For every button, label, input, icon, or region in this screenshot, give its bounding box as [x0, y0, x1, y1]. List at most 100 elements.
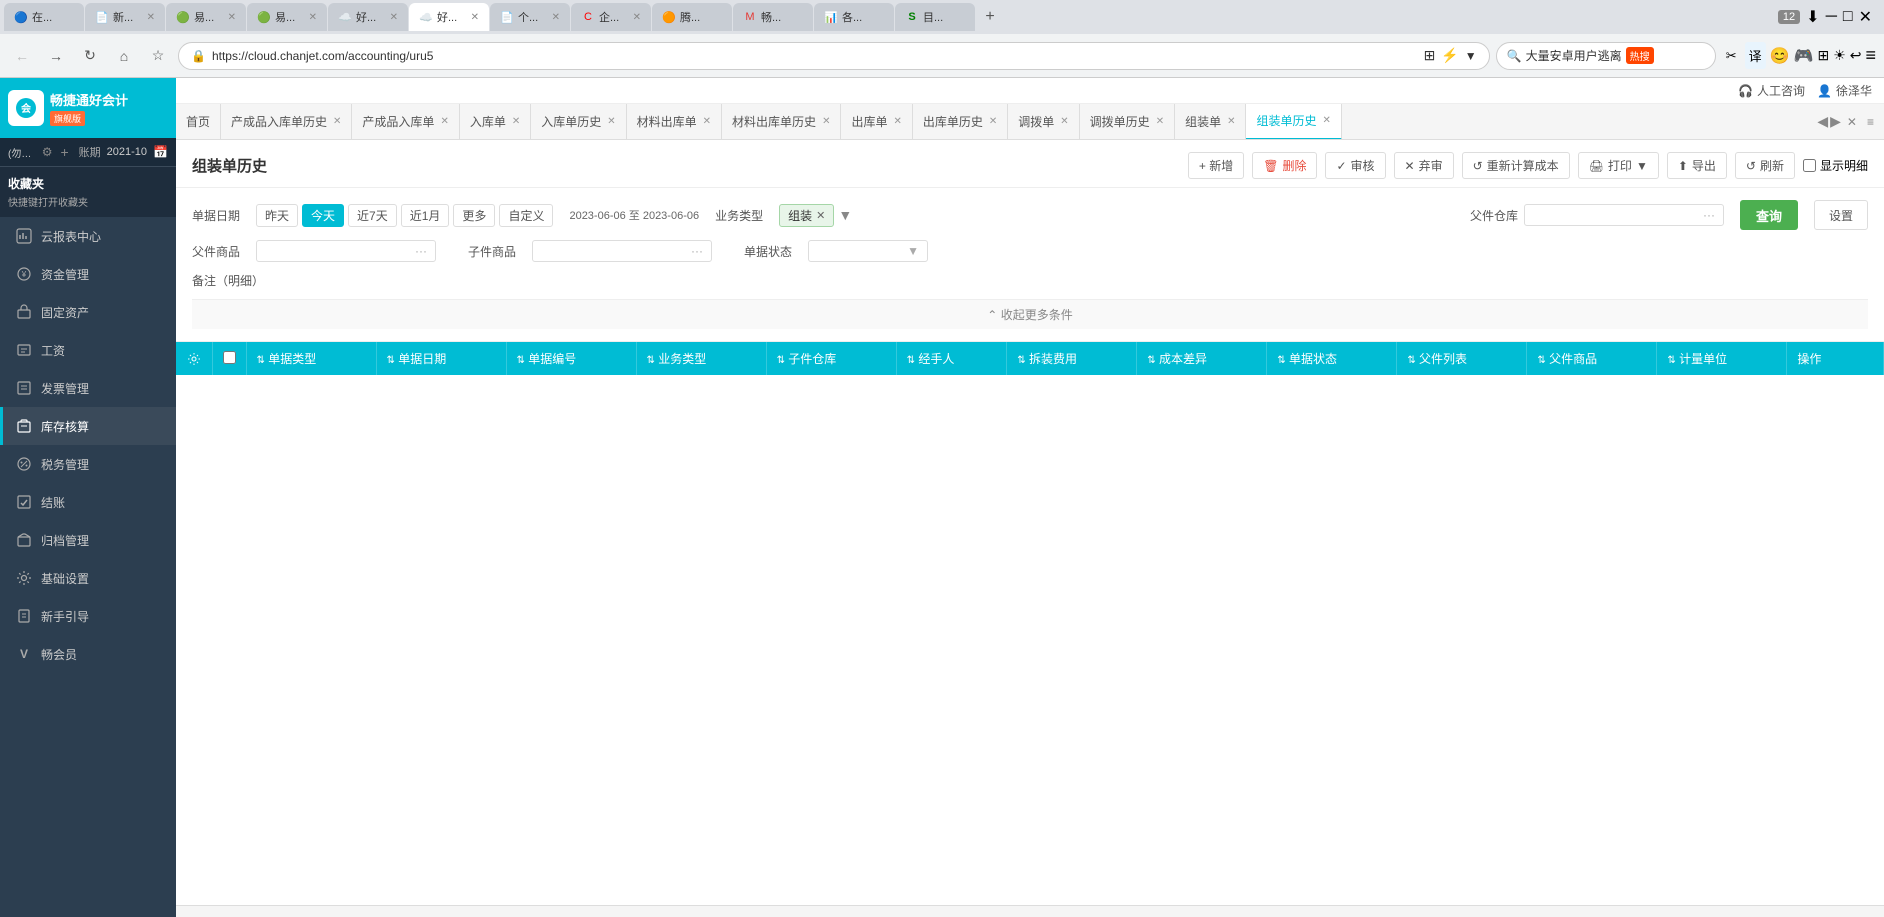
tab-disassemble[interactable]: 调拨单 ✕ [1008, 104, 1079, 140]
th-parent-list[interactable]: ⇅ 父件列表 [1397, 342, 1527, 375]
user-area[interactable]: 👤 徐泽华 [1817, 82, 1872, 99]
parent-warehouse-input[interactable]: ··· [1524, 204, 1724, 226]
customer-service-btn[interactable]: 🎧 人工咨询 [1738, 82, 1805, 99]
date-today-btn[interactable]: 今天 [302, 204, 344, 227]
recalculate-button[interactable]: ↺ 重新计算成本 [1462, 152, 1570, 179]
delete-button[interactable]: 🗑 删除 [1252, 152, 1317, 179]
cut-icon[interactable]: ✂ [1722, 44, 1741, 68]
status-dropdown[interactable]: ▼ [808, 240, 928, 262]
approve-button[interactable]: ✓ 审核 [1325, 152, 1385, 179]
nav-item-payroll[interactable]: 工资 [0, 331, 176, 369]
translate-icon[interactable]: 译 [1745, 42, 1766, 69]
th-date[interactable]: ⇅ 单据日期 [376, 342, 506, 375]
nav-item-fund[interactable]: ¥ 资金管理 [0, 255, 176, 293]
tab-material-out[interactable]: 材料出库单 ✕ [627, 104, 722, 140]
date-7days-btn[interactable]: 近7天 [348, 204, 397, 227]
nav-item-invoice[interactable]: 发票管理 [0, 369, 176, 407]
tab-close-active[interactable]: ✕ [471, 12, 479, 23]
game-icon[interactable]: 🎮 [1794, 46, 1814, 66]
biz-type-dropdown[interactable]: ▼ [838, 207, 852, 223]
abandon-button[interactable]: ✕ 弃审 [1394, 152, 1454, 179]
browser-tab-9[interactable]: M 畅... [733, 3, 813, 31]
company-add-icon[interactable]: + [60, 144, 68, 160]
tab-close-5[interactable]: ✕ [390, 12, 398, 23]
tab-close-2[interactable]: ✕ [147, 12, 155, 23]
address-dropdown-icon[interactable]: ▼ [1465, 49, 1477, 63]
browser-tab-10[interactable]: 📊 各... [814, 3, 894, 31]
tab-close-material-out[interactable]: ✕ [703, 116, 711, 127]
child-goods-more-icon[interactable]: ··· [691, 244, 703, 258]
tab-close-prod-inbound-history[interactable]: ✕ [333, 116, 341, 127]
show-detail-checkbox-area[interactable]: 显示明细 [1803, 157, 1868, 174]
search-area[interactable]: 🔍 大量安卓用户逃离 热搜 [1496, 42, 1716, 70]
query-button[interactable]: 查询 [1740, 200, 1798, 230]
add-button[interactable]: + 新增 [1188, 152, 1244, 179]
print-button[interactable]: 🖨 打印 ▼ [1578, 152, 1659, 179]
browser-tab-8[interactable]: 🟠 腾... [652, 3, 732, 31]
tab-prev-button[interactable]: ◀ [1817, 113, 1828, 130]
home-button[interactable]: ⌂ [110, 42, 138, 70]
nav-item-inventory[interactable]: 库存核算 [0, 407, 176, 445]
collapse-bar[interactable]: ⌃ 收起更多条件 [192, 299, 1868, 329]
settings-button[interactable]: 设置 [1814, 200, 1868, 230]
tab-close-outbound[interactable]: ✕ [893, 116, 901, 127]
th-disassemble-fee[interactable]: ⇅ 拆装费用 [1007, 342, 1137, 375]
favorites-section[interactable]: 收藏夹 快捷键打开收藏夹 [0, 167, 176, 217]
tab-close-assembly-history[interactable]: ✕ [1323, 115, 1331, 126]
forward-button[interactable]: → [42, 42, 70, 70]
nav-item-settlement[interactable]: 结账 [0, 483, 176, 521]
tab-disassemble-history[interactable]: 调拨单历史 ✕ [1080, 104, 1175, 140]
show-detail-checkbox[interactable] [1803, 159, 1816, 172]
tab-close-disassemble[interactable]: ✕ [1060, 116, 1068, 127]
date-more-btn[interactable]: 更多 [453, 204, 495, 227]
grid-icon[interactable]: ⊞ [1424, 47, 1436, 64]
parent-goods-more-icon[interactable]: ··· [415, 244, 427, 258]
child-goods-input[interactable]: ··· [532, 240, 712, 262]
th-status[interactable]: ⇅ 单据状态 [1267, 342, 1397, 375]
tab-close-inbound-history[interactable]: ✕ [607, 116, 615, 127]
browser-tab-11[interactable]: S 目... [895, 3, 975, 31]
date-custom-btn[interactable]: 自定义 [499, 204, 553, 227]
date-yesterday-btn[interactable]: 昨天 [256, 204, 298, 227]
nav-item-tax[interactable]: 税务管理 [0, 445, 176, 483]
th-cost-diff[interactable]: ⇅ 成本差异 [1137, 342, 1267, 375]
tab-close-prod-inbound[interactable]: ✕ [440, 116, 448, 127]
nav-item-archive[interactable]: 归档管理 [0, 521, 176, 559]
tab-close-outbound-history[interactable]: ✕ [989, 116, 997, 127]
th-settings[interactable] [176, 342, 212, 375]
browser-tab-4[interactable]: 🟢 易... ✕ [247, 3, 327, 31]
biz-type-tag-close[interactable]: ✕ [816, 209, 825, 222]
tab-close-disassemble-history[interactable]: ✕ [1156, 116, 1164, 127]
th-type[interactable]: ⇅ 单据类型 [246, 342, 376, 375]
tab-prod-inbound-history[interactable]: 产成品入库单历史 ✕ [221, 104, 352, 140]
menu-icon[interactable]: ≡ [1865, 45, 1876, 66]
th-number[interactable]: ⇅ 单据编号 [506, 342, 636, 375]
tab-outbound[interactable]: 出库单 ✕ [841, 104, 912, 140]
refresh-button[interactable]: ↺ 刷新 [1735, 152, 1795, 179]
tab-close-4[interactable]: ✕ [309, 12, 317, 23]
tab-home[interactable]: 首页 [176, 104, 221, 140]
th-parent-goods[interactable]: ⇅ 父件商品 [1527, 342, 1657, 375]
lightning-icon[interactable]: ⚡ [1441, 47, 1458, 64]
tab-assembly-history[interactable]: 组装单历史 ✕ [1246, 104, 1341, 140]
parent-warehouse-more-icon[interactable]: ··· [1703, 208, 1715, 222]
tab-assembly[interactable]: 组装单 ✕ [1175, 104, 1246, 140]
tab-next-button[interactable]: ▶ [1830, 113, 1841, 130]
tab-inbound[interactable]: 入库单 ✕ [460, 104, 531, 140]
browser-tab-3[interactable]: 🟢 易... ✕ [166, 3, 246, 31]
select-all-checkbox[interactable] [223, 351, 236, 364]
tab-material-out-history[interactable]: 材料出库单历史 ✕ [722, 104, 841, 140]
new-tab-button[interactable]: + [976, 3, 1004, 31]
tab-close-6[interactable]: ✕ [552, 12, 560, 23]
emoji-icon[interactable]: 😊 [1770, 46, 1790, 66]
tab-prod-inbound[interactable]: 产成品入库单 ✕ [352, 104, 459, 140]
parent-goods-input[interactable]: ··· [256, 240, 436, 262]
minimize-button[interactable]: ─ [1826, 8, 1837, 26]
tab-close-3[interactable]: ✕ [228, 12, 236, 23]
tab-more-button[interactable]: ≡ [1863, 113, 1878, 131]
settings-icon[interactable]: ⚙ [42, 145, 53, 159]
date-1month-btn[interactable]: 近1月 [401, 204, 450, 227]
tab-inbound-history[interactable]: 入库单历史 ✕ [531, 104, 626, 140]
address-input[interactable]: 🔒 https://cloud.chanjet.com/accounting/u… [178, 42, 1490, 70]
nav-item-settings[interactable]: 基础设置 [0, 559, 176, 597]
